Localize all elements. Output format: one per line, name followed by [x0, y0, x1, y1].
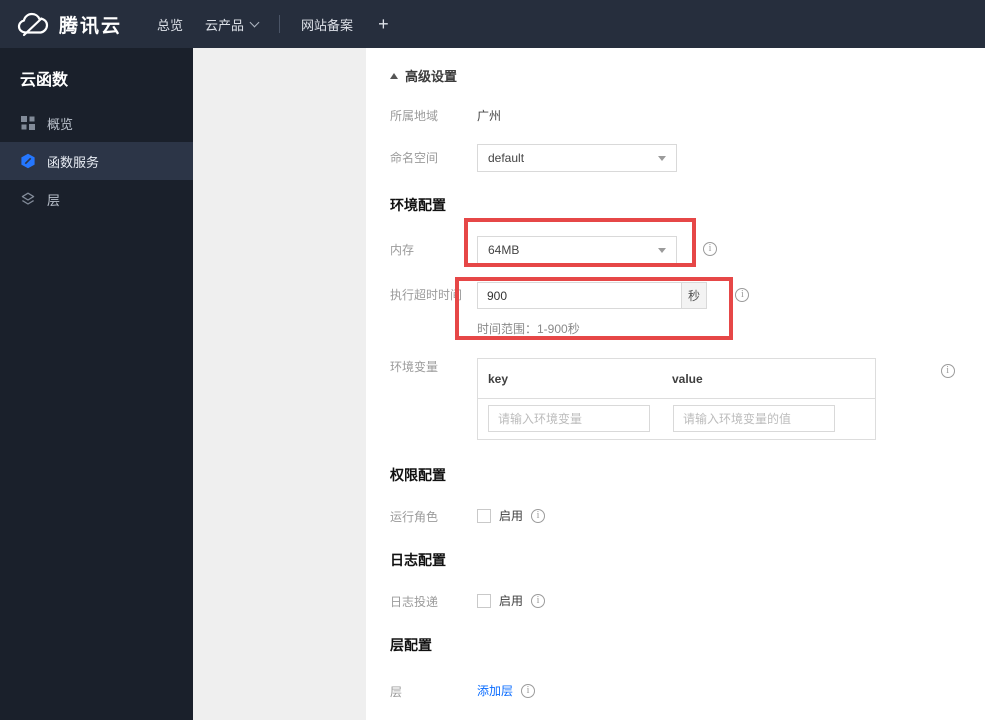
- env-vars-label: 环境变量: [390, 360, 439, 374]
- env-key-header: key: [488, 371, 509, 386]
- add-nav-tab-button[interactable]: +: [364, 0, 403, 48]
- sidebar-menu: 概览 函数服务 层: [0, 104, 193, 218]
- sidebar-item-label: 层: [47, 192, 61, 208]
- nav-item-icp-filing[interactable]: 网站备案: [290, 0, 364, 48]
- section-env-config: 环境配置: [390, 197, 446, 213]
- layers-icon: [20, 191, 36, 207]
- triangle-up-icon: [390, 72, 398, 79]
- timeout-info-icon[interactable]: [735, 288, 750, 302]
- memory-label: 内存: [390, 243, 415, 257]
- brand-text: 腾讯云: [59, 15, 123, 37]
- log-delivery-info-icon[interactable]: [531, 593, 546, 608]
- namespace-select[interactable]: default: [477, 144, 677, 172]
- env-vars-header-row: key value: [478, 359, 875, 399]
- section-log-config: 日志配置: [390, 552, 446, 568]
- memory-info-icon[interactable]: [703, 242, 717, 256]
- log-delivery-label: 日志投递: [390, 595, 439, 609]
- grid-icon: [20, 115, 36, 131]
- timeout-label: 执行超时时间: [390, 288, 463, 302]
- advanced-settings-toggle[interactable]: 高级设置: [390, 66, 457, 85]
- timeout-hint: 时间范围：1-900秒: [477, 322, 580, 336]
- nav-item-cloud-products[interactable]: 云产品: [194, 0, 269, 48]
- env-vars-input-row: [478, 399, 875, 440]
- region-label: 所属地域: [390, 109, 439, 123]
- namespace-label: 命名空间: [390, 151, 439, 165]
- cloud-logo-icon: [16, 11, 50, 38]
- log-delivery-checkbox[interactable]: [477, 593, 491, 608]
- list-panel-collapsed: [193, 48, 366, 720]
- env-value-input[interactable]: [673, 405, 835, 432]
- nav-item-overview[interactable]: 总览: [146, 0, 194, 48]
- add-layer-link[interactable]: 添加层: [477, 682, 513, 699]
- nav-divider: [279, 15, 281, 33]
- sidebar-title: 云函数: [20, 72, 69, 89]
- timeout-unit: 秒: [682, 282, 707, 309]
- sidebar-item-function-service[interactable]: 函数服务: [0, 142, 193, 180]
- section-perm-config: 权限配置: [390, 467, 446, 483]
- function-icon: [20, 153, 36, 169]
- env-value-header: value: [672, 371, 703, 386]
- section-layer-config: 层配置: [390, 637, 432, 653]
- memory-select[interactable]: 64MB: [477, 236, 677, 264]
- log-delivery-enable-label[interactable]: 启用: [499, 592, 523, 609]
- layer-label: 层: [390, 685, 403, 699]
- env-vars-table: key value: [477, 358, 876, 440]
- add-layer-info-icon[interactable]: [521, 683, 536, 698]
- timeout-input[interactable]: [477, 282, 682, 309]
- sidebar-item-layers[interactable]: 层: [0, 180, 193, 218]
- env-vars-info-icon[interactable]: [940, 364, 955, 378]
- run-role-info-icon[interactable]: [531, 508, 546, 523]
- run-role-enable-label[interactable]: 启用: [499, 507, 523, 524]
- function-config-form: 高级设置 所属地域 广州 命名空间 default 环境配置 内存 64MB 执…: [366, 48, 985, 720]
- caret-down-icon: [658, 247, 666, 253]
- nav-items: 总览 云产品 网站备案 +: [146, 0, 403, 48]
- top-navbar: 腾讯云 总览 云产品 网站备案 +: [0, 0, 985, 48]
- sidebar-item-overview[interactable]: 概览: [0, 104, 193, 142]
- sidebar-item-label: 概览: [47, 116, 74, 132]
- run-role-checkbox[interactable]: [477, 508, 491, 523]
- sidebar: 云函数 概览 函数服务 层: [0, 48, 193, 720]
- env-key-input[interactable]: [488, 405, 650, 432]
- memory-selected-value: 64MB: [488, 243, 520, 257]
- tencent-cloud-console: 腾讯云 总览 云产品 网站备案 + 云函数 概览 函数服务 层 高级设置 所属地…: [0, 0, 985, 720]
- namespace-selected-value: default: [488, 151, 525, 165]
- caret-down-icon: [658, 155, 666, 161]
- chevron-down-icon: [249, 17, 260, 27]
- region-value: 广州: [477, 109, 502, 123]
- brand-logo[interactable]: 腾讯云: [16, 11, 122, 38]
- run-role-label: 运行角色: [390, 510, 439, 524]
- sidebar-item-label: 函数服务: [47, 154, 100, 170]
